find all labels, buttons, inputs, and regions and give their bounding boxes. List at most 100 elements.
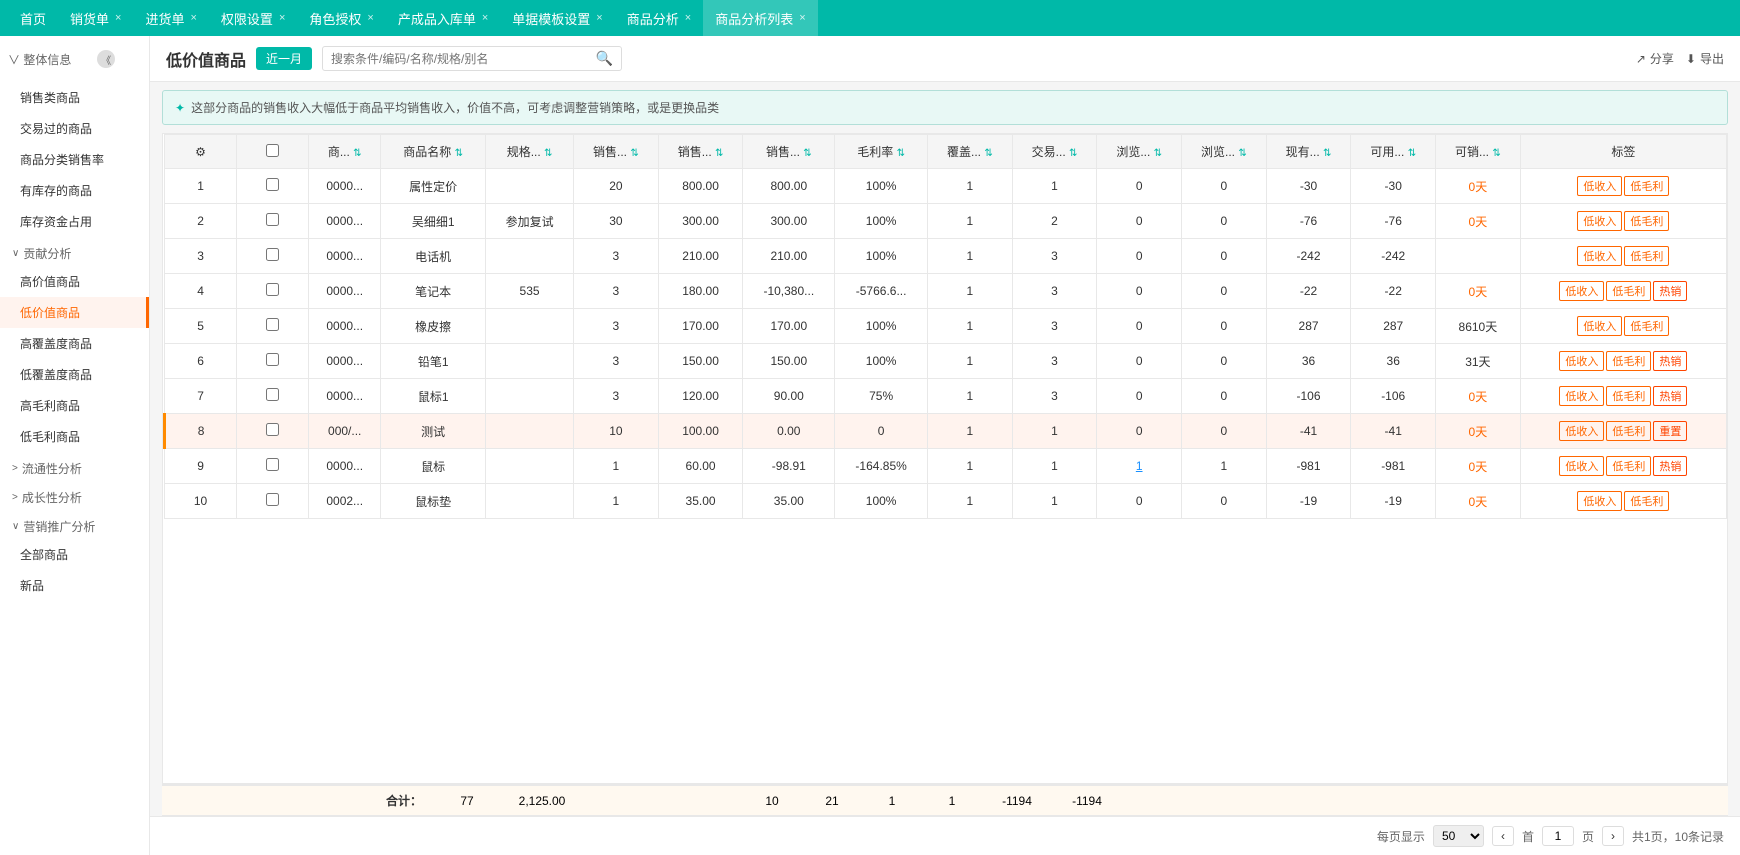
share-button[interactable]: ↗ 分享 bbox=[1636, 50, 1674, 67]
th-name[interactable]: 商品名称 ⇅ bbox=[381, 135, 486, 169]
sidebar-group-marketing[interactable]: ∨ 营销推广分析 bbox=[0, 510, 149, 539]
sidebar-item-high-coverage[interactable]: 高覆盖度商品 bbox=[0, 328, 149, 359]
th-margin[interactable]: 毛利率 ⇅ bbox=[835, 135, 928, 169]
browse-link[interactable]: 1 bbox=[1136, 459, 1143, 473]
time-filter-button[interactable]: 近一月 bbox=[256, 47, 312, 70]
export-button[interactable]: ⬇ 导出 bbox=[1686, 50, 1724, 67]
row-checkbox[interactable] bbox=[266, 318, 279, 331]
browse-link[interactable]: 0 bbox=[1136, 494, 1143, 508]
th-trade[interactable]: 交易... ⇅ bbox=[1012, 135, 1097, 169]
th-browse2[interactable]: 浏览... ⇅ bbox=[1182, 135, 1267, 169]
td-browse1[interactable]: 0 bbox=[1097, 309, 1182, 344]
sidebar-item-low-margin[interactable]: 低毛利商品 bbox=[0, 421, 149, 452]
th-browse1[interactable]: 浏览... ⇅ bbox=[1097, 135, 1182, 169]
first-page-button[interactable]: ‹ bbox=[1492, 826, 1514, 846]
row-checkbox[interactable] bbox=[266, 458, 279, 471]
td-checkbox[interactable] bbox=[237, 169, 309, 204]
browse-link[interactable]: 0 bbox=[1136, 214, 1143, 228]
browse-link[interactable]: 0 bbox=[1136, 284, 1143, 298]
td-checkbox[interactable] bbox=[237, 239, 309, 274]
td-checkbox[interactable] bbox=[237, 204, 309, 239]
td-checkbox[interactable] bbox=[237, 449, 309, 484]
td-browse1[interactable]: 0 bbox=[1097, 169, 1182, 204]
td-browse1[interactable]: 0 bbox=[1097, 379, 1182, 414]
sidebar-collapse-btn[interactable]: 《 bbox=[97, 50, 115, 68]
th-settings[interactable]: ⚙ bbox=[165, 135, 237, 169]
row-checkbox[interactable] bbox=[266, 283, 279, 296]
browse-link[interactable]: 0 bbox=[1136, 424, 1143, 438]
row-checkbox[interactable] bbox=[266, 353, 279, 366]
th-code[interactable]: 商... ⇅ bbox=[309, 135, 381, 169]
sidebar-item-traded-products[interactable]: 交易过的商品 bbox=[0, 113, 149, 144]
row-checkbox[interactable] bbox=[266, 388, 279, 401]
nav-template-settings[interactable]: 单据模板设置 × bbox=[500, 0, 614, 36]
nav-product-analysis-list[interactable]: 商品分析列表 × bbox=[703, 0, 817, 36]
td-browse1[interactable]: 0 bbox=[1097, 344, 1182, 379]
close-template-settings[interactable]: × bbox=[596, 12, 602, 24]
sidebar-group-growth[interactable]: > 成长性分析 bbox=[0, 481, 149, 510]
th-checkbox[interactable] bbox=[237, 135, 309, 169]
close-product-analysis[interactable]: × bbox=[685, 12, 691, 24]
td-checkbox[interactable] bbox=[237, 379, 309, 414]
sidebar-item-low-value[interactable]: 低价值商品 bbox=[0, 297, 149, 328]
sidebar-item-new-products[interactable]: 新品 bbox=[0, 570, 149, 601]
nav-sales-order[interactable]: 销货单 × bbox=[58, 0, 133, 36]
table-container[interactable]: ⚙ 商... ⇅ 商品名称 ⇅ 规格... ⇅ 销售... ⇅ 销售... ⇅ … bbox=[162, 133, 1728, 784]
th-spec[interactable]: 规格... ⇅ bbox=[486, 135, 574, 169]
td-checkbox[interactable] bbox=[237, 414, 309, 449]
sidebar-item-stock-products[interactable]: 有库存的商品 bbox=[0, 175, 149, 206]
close-product-analysis-list[interactable]: × bbox=[799, 12, 805, 24]
browse-link[interactable]: 0 bbox=[1136, 319, 1143, 333]
th-sales1[interactable]: 销售... ⇅ bbox=[574, 135, 659, 169]
sidebar-group-circulation[interactable]: > 流通性分析 bbox=[0, 452, 149, 481]
td-browse1[interactable]: 1 bbox=[1097, 449, 1182, 484]
close-product-entry[interactable]: × bbox=[482, 12, 488, 24]
td-browse1[interactable]: 0 bbox=[1097, 274, 1182, 309]
sidebar-item-high-margin[interactable]: 高毛利商品 bbox=[0, 390, 149, 421]
th-coverage[interactable]: 覆盖... ⇅ bbox=[928, 135, 1013, 169]
td-checkbox[interactable] bbox=[237, 484, 309, 519]
close-role-auth[interactable]: × bbox=[367, 12, 373, 24]
browse-link[interactable]: 0 bbox=[1136, 249, 1143, 263]
search-input[interactable] bbox=[331, 52, 596, 66]
sidebar-group-contribution[interactable]: ∨ 贡献分析 bbox=[0, 237, 149, 266]
th-sales2[interactable]: 销售... ⇅ bbox=[658, 135, 743, 169]
select-all-checkbox[interactable] bbox=[266, 144, 279, 157]
th-sales3[interactable]: 销售... ⇅ bbox=[743, 135, 835, 169]
th-available-stock[interactable]: 可用... ⇅ bbox=[1351, 135, 1436, 169]
nav-product-analysis[interactable]: 商品分析 × bbox=[615, 0, 703, 36]
sidebar-item-sales-products[interactable]: 销售类商品 bbox=[0, 82, 149, 113]
row-checkbox[interactable] bbox=[266, 248, 279, 261]
search-icon[interactable]: 🔍 bbox=[596, 50, 613, 67]
sidebar-item-low-coverage[interactable]: 低覆盖度商品 bbox=[0, 359, 149, 390]
td-browse1[interactable]: 0 bbox=[1097, 414, 1182, 449]
row-checkbox[interactable] bbox=[266, 178, 279, 191]
browse-link[interactable]: 0 bbox=[1136, 354, 1143, 368]
row-checkbox[interactable] bbox=[266, 423, 279, 436]
nav-home[interactable]: 首页 bbox=[8, 0, 58, 36]
sidebar-item-stock-capital[interactable]: 库存资金占用 bbox=[0, 206, 149, 237]
nav-product-entry[interactable]: 产成品入库单 × bbox=[386, 0, 500, 36]
close-permissions[interactable]: × bbox=[279, 12, 285, 24]
sidebar-item-high-value[interactable]: 高价值商品 bbox=[0, 266, 149, 297]
td-browse1[interactable]: 0 bbox=[1097, 239, 1182, 274]
td-checkbox[interactable] bbox=[237, 309, 309, 344]
browse-link[interactable]: 0 bbox=[1136, 179, 1143, 193]
th-sellable-stock[interactable]: 可销... ⇅ bbox=[1436, 135, 1521, 169]
td-browse1[interactable]: 0 bbox=[1097, 204, 1182, 239]
page-number-input[interactable] bbox=[1542, 826, 1574, 846]
row-checkbox[interactable] bbox=[266, 213, 279, 226]
sidebar-item-all-products[interactable]: 全部商品 bbox=[0, 539, 149, 570]
nav-permissions[interactable]: 权限设置 × bbox=[209, 0, 297, 36]
td-browse1[interactable]: 0 bbox=[1097, 484, 1182, 519]
browse-link[interactable]: 0 bbox=[1136, 389, 1143, 403]
nav-role-auth[interactable]: 角色授权 × bbox=[297, 0, 385, 36]
td-checkbox[interactable] bbox=[237, 344, 309, 379]
td-checkbox[interactable] bbox=[237, 274, 309, 309]
sidebar-item-category-sales[interactable]: 商品分类销售率 bbox=[0, 144, 149, 175]
th-current-stock[interactable]: 现有... ⇅ bbox=[1266, 135, 1351, 169]
next-page-button[interactable]: › bbox=[1602, 826, 1624, 846]
row-checkbox[interactable] bbox=[266, 493, 279, 506]
per-page-select[interactable]: 50 100 200 bbox=[1433, 825, 1484, 847]
close-purchase-order[interactable]: × bbox=[190, 12, 196, 24]
